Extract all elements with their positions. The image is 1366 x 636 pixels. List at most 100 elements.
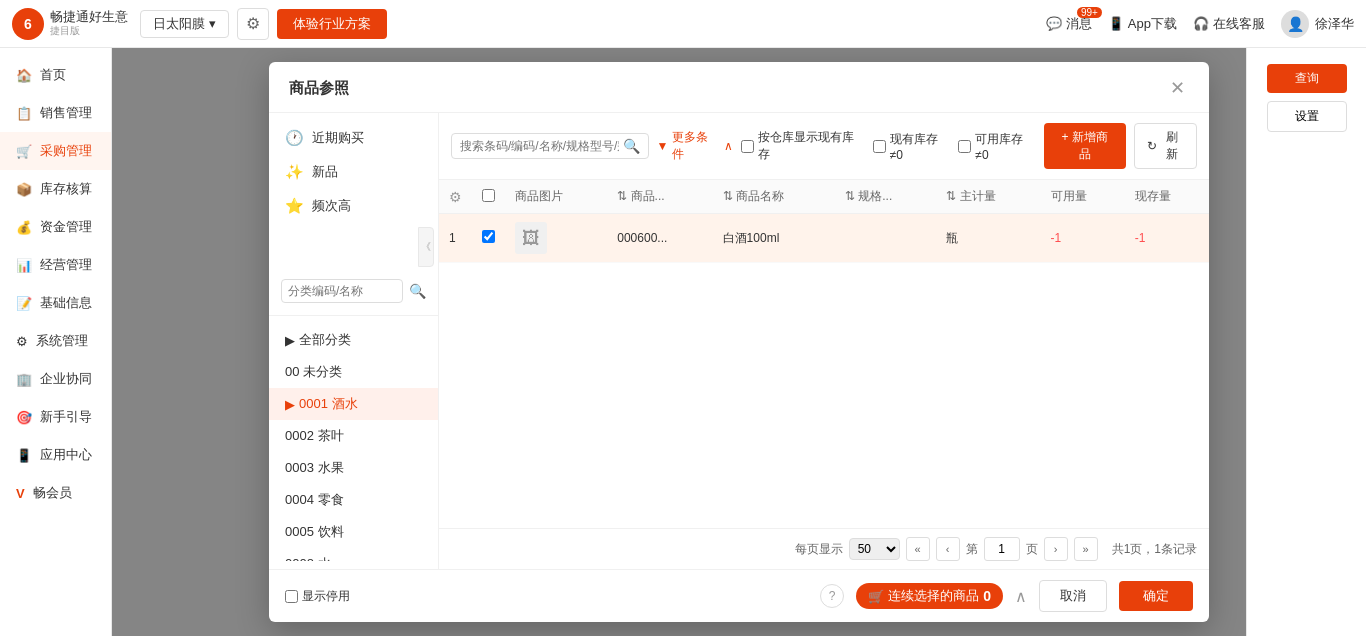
nonzero-stock-input[interactable] (873, 140, 886, 153)
quick-nav-recent[interactable]: 🕐 近期购买 (269, 121, 438, 155)
select-all-checkbox[interactable] (482, 189, 495, 202)
usable-stock-input[interactable] (958, 140, 971, 153)
sidebar-item-apps[interactable]: 📱 应用中心 (0, 436, 111, 474)
nonzero-stock-label: 现有库存≠0 (890, 131, 951, 162)
help-icon[interactable]: ? (820, 584, 844, 608)
total-info: 共1页，1条记录 (1112, 541, 1197, 558)
sales-icon: 📋 (16, 106, 32, 121)
add-product-button[interactable]: + 新增商品 (1044, 123, 1126, 169)
finance-icon: 💰 (16, 220, 32, 235)
confirm-button[interactable]: 确定 (1119, 581, 1193, 611)
sidebar-item-enterprise[interactable]: 🏢 企业协同 (0, 360, 111, 398)
col-checkbox[interactable] (472, 180, 505, 214)
online-service-button[interactable]: 🎧 在线客服 (1193, 15, 1265, 33)
usable-stock-checkbox[interactable]: 可用库存≠0 (958, 131, 1036, 162)
sidebar-item-finance[interactable]: 💰 资金管理 (0, 208, 111, 246)
stock-by-warehouse-label: 按仓库显示现有库存 (758, 129, 865, 163)
category-liquor-label: 0001 酒水 (299, 395, 358, 413)
category-tea[interactable]: 0002 茶叶 (269, 420, 438, 452)
sidebar-item-system[interactable]: ⚙ 系统管理 (0, 322, 111, 360)
category-search-icon[interactable]: 🔍 (409, 283, 426, 299)
gear-icon: ⚙ (246, 14, 260, 33)
col-settings[interactable]: ⚙ (439, 180, 472, 214)
table-settings-icon[interactable]: ⚙ (449, 189, 462, 205)
collapse-footer-icon[interactable]: ∧ (1015, 587, 1027, 606)
category-all[interactable]: ▶ 全部分类 (269, 324, 438, 356)
page-number-input[interactable] (984, 537, 1020, 561)
category-uncategorized[interactable]: 00 未分类 (269, 356, 438, 388)
sidebar-item-inventory[interactable]: 📦 库存核算 (0, 170, 111, 208)
next-page-button[interactable]: › (1044, 537, 1068, 561)
col-code-header[interactable]: ⇅ 商品... (607, 180, 712, 214)
refresh-button[interactable]: ↻ 刷新 (1134, 123, 1198, 169)
show-disabled-checkbox[interactable]: 显示停用 (285, 588, 350, 605)
category-snack[interactable]: 0004 零食 (269, 484, 438, 516)
dialog-body: 🕐 近期购买 ✨ 新品 ⭐ 频次高 《 (269, 113, 1209, 569)
content-area: 查询 设置 商品参照 ✕ 🕐 近期购买 (112, 48, 1366, 636)
sidebar-item-business[interactable]: 📊 经营管理 (0, 246, 111, 284)
last-page-button[interactable]: » (1074, 537, 1098, 561)
col-name-header[interactable]: ⇅ 商品名称 (713, 180, 835, 214)
system-icon: ⚙ (16, 334, 28, 349)
dialog-header: 商品参照 ✕ (269, 62, 1209, 113)
category-all-label: 全部分类 (299, 331, 351, 349)
query-button[interactable]: 查询 (1267, 64, 1347, 93)
app-download-button[interactable]: 📱 App下载 (1108, 15, 1177, 33)
user-menu[interactable]: 👤 徐泽华 (1281, 10, 1354, 38)
product-search-input[interactable] (460, 139, 619, 153)
category-water-label: 0008 水 (285, 555, 331, 561)
sidebar-item-home[interactable]: 🏠 首页 (0, 56, 111, 94)
page-size-select[interactable]: 50 10 20 100 (849, 538, 900, 560)
settings-panel-button[interactable]: 设置 (1267, 101, 1347, 132)
sidebar-item-purchase[interactable]: 🛒 采购管理 (0, 132, 111, 170)
quick-nav-new[interactable]: ✨ 新品 (269, 155, 438, 189)
dialog-title: 商品参照 (289, 79, 349, 98)
row-checkbox-cell[interactable] (472, 214, 505, 263)
category-liquor[interactable]: ▶ 0001 酒水 (269, 388, 438, 420)
filter-label: 更多条件 (672, 129, 719, 163)
sidebar-item-basic-info[interactable]: 📝 基础信息 (0, 284, 111, 322)
col-unit-header[interactable]: ⇅ 主计量 (936, 180, 1040, 214)
row-checkbox[interactable] (482, 230, 495, 243)
category-uncategorized-label: 00 未分类 (285, 363, 342, 381)
stock-by-warehouse-checkbox[interactable]: 按仓库显示现有库存 (741, 129, 865, 163)
category-water[interactable]: 0008 水 (269, 548, 438, 561)
row-name-cell: 白酒100ml (713, 214, 835, 263)
filter-icon: ▼ (657, 139, 669, 153)
dialog-toolbar: 🔍 ▼ 更多条件 ∧ 按仓库显示现有库存 (439, 113, 1209, 180)
sort-icon: ⇅ (617, 189, 627, 203)
show-disabled-input[interactable] (285, 590, 298, 603)
category-fruit[interactable]: 0003 水果 (269, 452, 438, 484)
message-icon: 💬 (1046, 16, 1062, 31)
dialog-right-panel: 🔍 ▼ 更多条件 ∧ 按仓库显示现有库存 (439, 113, 1209, 569)
online-service-label: 在线客服 (1213, 15, 1265, 33)
cart-button[interactable]: 🛒 连续选择的商品 0 (856, 583, 1003, 609)
prev-page-button[interactable]: ‹ (936, 537, 960, 561)
sidebar: 🏠 首页 📋 销售管理 🛒 采购管理 📦 库存核算 💰 资金管理 📊 经营管理 … (0, 48, 112, 636)
collapse-panel-button[interactable]: 《 (418, 227, 434, 267)
store-name: 日太阳膜 (153, 15, 205, 33)
table-row[interactable]: 1 🖼 (439, 214, 1209, 263)
refresh-label: 刷新 (1161, 129, 1185, 163)
product-search-icon[interactable]: 🔍 (623, 138, 640, 154)
stock-by-warehouse-input[interactable] (741, 140, 754, 153)
purchase-icon: 🛒 (16, 144, 32, 159)
col-spec-header[interactable]: ⇅ 规格... (835, 180, 936, 214)
category-list: ▶ 全部分类 00 未分类 ▶ 0001 酒水 0002 (269, 320, 438, 561)
sidebar-item-member[interactable]: V 畅会员 (0, 474, 111, 512)
messages-button[interactable]: 💬 消息 99+ (1046, 15, 1092, 33)
more-filters-button[interactable]: ▼ 更多条件 ∧ (657, 129, 733, 163)
sidebar-item-sales[interactable]: 📋 销售管理 (0, 94, 111, 132)
nonzero-stock-checkbox[interactable]: 现有库存≠0 (873, 131, 951, 162)
settings-button[interactable]: ⚙ (237, 8, 269, 40)
experience-button[interactable]: 体验行业方案 (277, 9, 387, 39)
quick-nav-frequent[interactable]: ⭐ 频次高 (269, 189, 438, 223)
dialog-close-button[interactable]: ✕ (1165, 76, 1189, 100)
category-drinks[interactable]: 0005 饮料 (269, 516, 438, 548)
page-text: 第 (966, 541, 978, 558)
first-page-button[interactable]: « (906, 537, 930, 561)
store-dropdown[interactable]: 日太阳膜 ▾ (140, 10, 229, 38)
category-search-input[interactable] (281, 279, 403, 303)
cancel-button[interactable]: 取消 (1039, 580, 1107, 612)
sidebar-item-guide[interactable]: 🎯 新手引导 (0, 398, 111, 436)
